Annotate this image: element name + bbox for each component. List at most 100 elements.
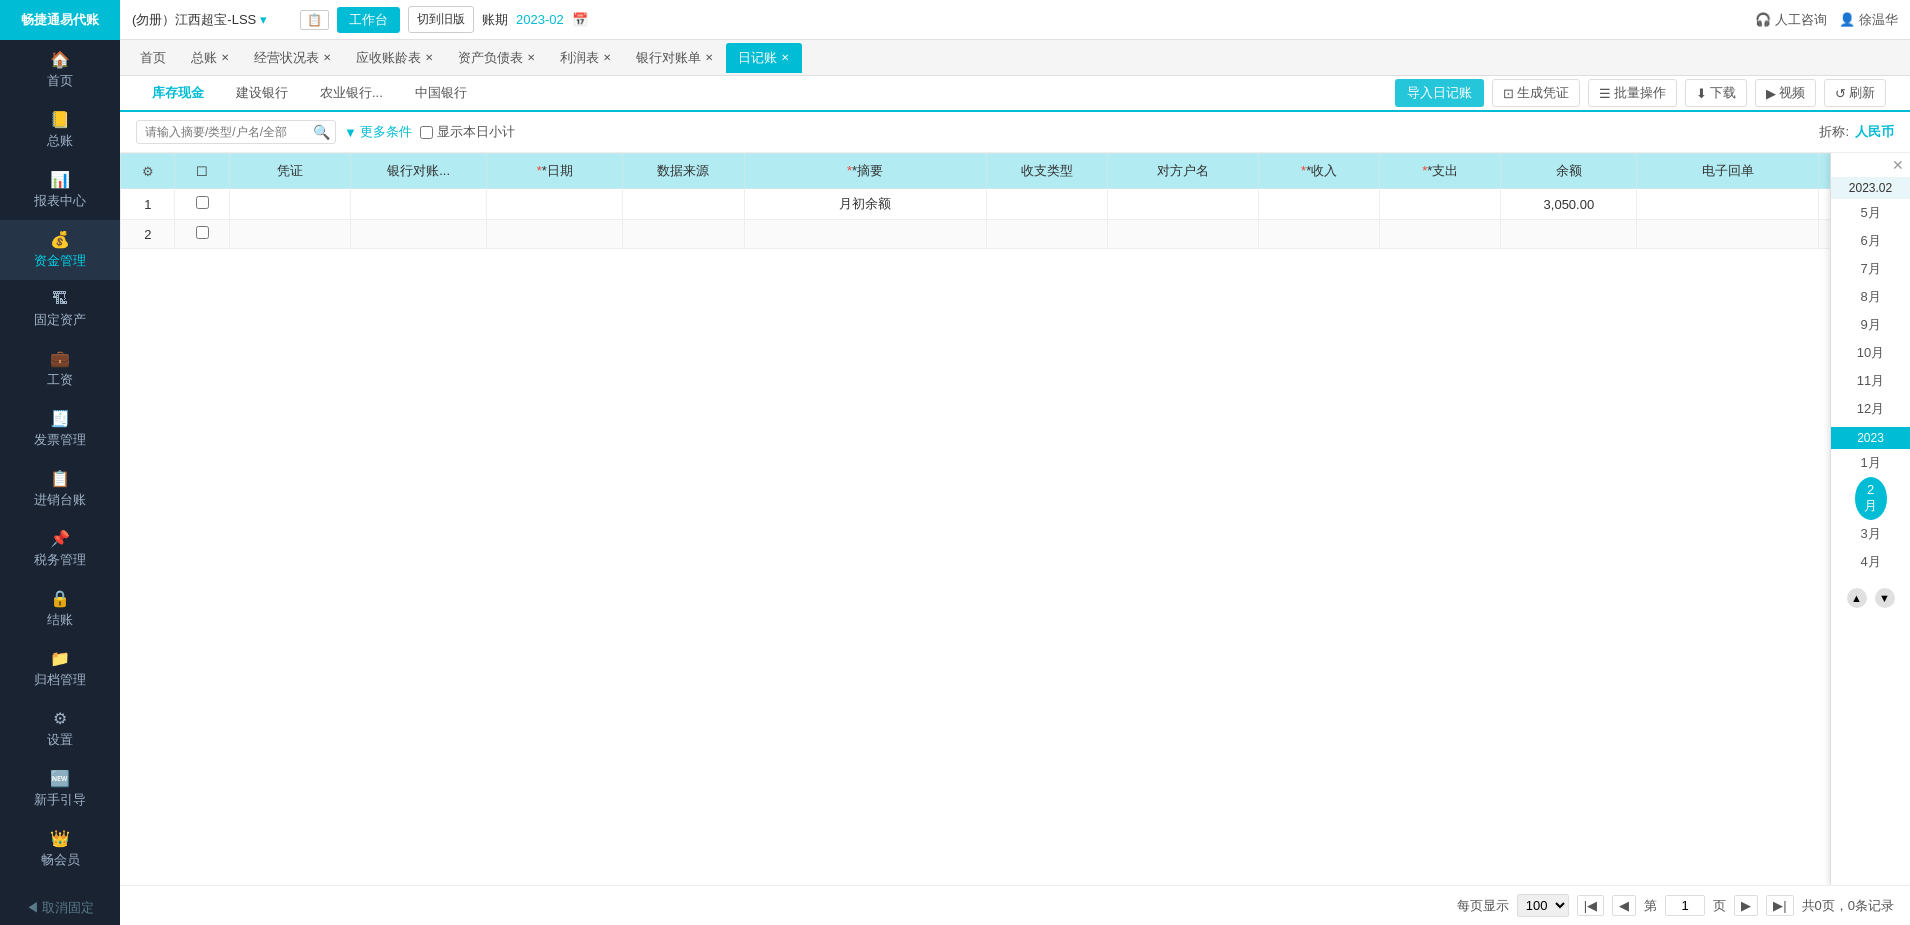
tab-home[interactable]: 首页 bbox=[128, 43, 179, 73]
filter-button[interactable]: ▼ 更多条件 bbox=[344, 123, 412, 141]
date-next-button[interactable]: ▼ bbox=[1875, 588, 1895, 608]
row2-check[interactable] bbox=[175, 220, 229, 249]
column-type: 收支类型 bbox=[986, 154, 1107, 189]
batch-icon: ☰ bbox=[1599, 86, 1611, 101]
tab-receivable-close[interactable]: ✕ bbox=[425, 52, 433, 63]
refresh-button[interactable]: ↺ 刷新 bbox=[1824, 79, 1886, 107]
workspace-button[interactable]: 工作台 bbox=[337, 7, 400, 33]
sub-tabs: 库存现金 建设银行 农业银行... 中国银行 导入日记账 ⊡ 生成凭证 ☰ 批量… bbox=[120, 76, 1910, 112]
import-journal-button[interactable]: 导入日记账 bbox=[1395, 79, 1484, 107]
page-number-input[interactable] bbox=[1665, 895, 1705, 916]
row1-voucher bbox=[229, 189, 350, 220]
home-icon: 🏠 bbox=[50, 50, 70, 69]
sidebar-item-settings[interactable]: ⚙ 设置 bbox=[0, 699, 120, 759]
tab-profit[interactable]: 利润表 ✕ bbox=[548, 43, 624, 73]
calendar-icon[interactable]: 📅 bbox=[572, 12, 588, 27]
tab-journal[interactable]: 日记账 ✕ bbox=[726, 43, 802, 73]
sidebar-pin-toggle[interactable]: ◀ 取消固定 bbox=[0, 891, 120, 925]
next-page-button[interactable]: ▶ bbox=[1734, 895, 1758, 916]
generate-icon: ⊡ bbox=[1503, 86, 1514, 101]
date-month-8[interactable]: 8月 bbox=[1831, 283, 1910, 311]
sub-tab-cash[interactable]: 库存现金 bbox=[136, 76, 220, 112]
date-month-4[interactable]: 4月 bbox=[1831, 548, 1910, 576]
first-page-button[interactable]: |◀ bbox=[1577, 895, 1604, 916]
row2-bank bbox=[351, 220, 487, 249]
user-profile[interactable]: 👤 徐温华 bbox=[1839, 11, 1898, 29]
oldversion-button[interactable]: 切到旧版 bbox=[408, 6, 474, 33]
sidebar-item-guide[interactable]: 🆕 新手引导 bbox=[0, 759, 120, 819]
sub-tab-agriculture[interactable]: 农业银行... bbox=[304, 76, 399, 110]
customer-service-link[interactable]: 🎧 人工咨询 bbox=[1755, 11, 1827, 29]
sidebar-item-close[interactable]: 🔒 结账 bbox=[0, 579, 120, 639]
sidebar-item-home[interactable]: 🏠 首页 bbox=[0, 40, 120, 100]
tab-ledger-close[interactable]: ✕ bbox=[221, 52, 229, 63]
date-month-2-active[interactable]: 2月 bbox=[1855, 477, 1887, 520]
tab-receivable[interactable]: 应收账龄表 ✕ bbox=[344, 43, 446, 73]
tab-journal-close[interactable]: ✕ bbox=[781, 52, 789, 63]
sub-tab-construction[interactable]: 建设银行 bbox=[220, 76, 304, 110]
copy-button[interactable]: 📋 bbox=[300, 10, 329, 30]
sub-tab-china[interactable]: 中国银行 bbox=[399, 76, 483, 110]
sidebar-item-salary[interactable]: 💼 工资 bbox=[0, 339, 120, 399]
column-settings-icon[interactable]: ⚙ bbox=[121, 154, 175, 189]
date-month-6[interactable]: 6月 bbox=[1831, 227, 1910, 255]
row1-efile bbox=[1637, 189, 1819, 220]
date-month-12[interactable]: 12月 bbox=[1831, 395, 1910, 423]
date-month-11[interactable]: 11月 bbox=[1831, 367, 1910, 395]
date-current-year-badge: 2023 bbox=[1831, 427, 1910, 449]
tab-assets[interactable]: 资产负债表 ✕ bbox=[446, 43, 548, 73]
sidebar-item-invoice[interactable]: 🧾 发票管理 bbox=[0, 399, 120, 459]
sidebar-item-member[interactable]: 👑 畅会员 bbox=[0, 819, 120, 879]
date-panel-close-button[interactable]: ✕ bbox=[1831, 153, 1910, 177]
download-button[interactable]: ⬇ 下载 bbox=[1685, 79, 1747, 107]
column-voucher: 凭证 bbox=[229, 154, 350, 189]
tab-bank-statement[interactable]: 银行对账单 ✕ bbox=[624, 43, 726, 73]
table-header-row: ⚙ ☐ 凭证 银行对账... **日期 数据来源 **摘要 收支类型 bbox=[121, 154, 1910, 189]
date-month-1[interactable]: 1月 bbox=[1831, 449, 1910, 477]
row2-type bbox=[986, 220, 1107, 249]
date-month-9[interactable]: 9月 bbox=[1831, 311, 1910, 339]
row2-checkbox[interactable] bbox=[196, 226, 209, 239]
row1-num: 1 bbox=[121, 189, 175, 220]
tab-business-close[interactable]: ✕ bbox=[323, 52, 331, 63]
tab-profit-close[interactable]: ✕ bbox=[603, 52, 611, 63]
tab-bank-close[interactable]: ✕ bbox=[705, 52, 713, 63]
per-page-select[interactable]: 100 50 200 bbox=[1517, 894, 1569, 917]
date-prev-button[interactable]: ▲ bbox=[1847, 588, 1867, 608]
daily-subtotal-checkbox[interactable] bbox=[420, 126, 433, 139]
row1-checkbox[interactable] bbox=[196, 196, 209, 209]
sub-tabs-actions: 导入日记账 ⊡ 生成凭证 ☰ 批量操作 ⬇ 下载 ▶ 视频 bbox=[1395, 79, 1894, 107]
sidebar-item-capital[interactable]: 💰 资金管理 bbox=[0, 220, 120, 280]
date-month-10[interactable]: 10月 bbox=[1831, 339, 1910, 367]
row2-other bbox=[1107, 220, 1258, 249]
tab-ledger[interactable]: 总账 ✕ bbox=[179, 43, 242, 73]
video-icon: ▶ bbox=[1766, 86, 1776, 101]
search-icon-button[interactable]: 🔍 bbox=[313, 124, 330, 140]
generate-voucher-button[interactable]: ⊡ 生成凭证 bbox=[1492, 79, 1580, 107]
prev-page-button[interactable]: ◀ bbox=[1612, 895, 1636, 916]
sidebar-item-reports[interactable]: 📊 报表中心 bbox=[0, 160, 120, 220]
tab-business[interactable]: 经营状况表 ✕ bbox=[242, 43, 344, 73]
date-month-7[interactable]: 7月 bbox=[1831, 255, 1910, 283]
date-month-3[interactable]: 3月 bbox=[1831, 520, 1910, 548]
daily-subtotal-checkbox-label[interactable]: 显示本日小计 bbox=[420, 123, 515, 141]
date-month-5[interactable]: 5月 bbox=[1831, 199, 1910, 227]
last-page-button[interactable]: ▶| bbox=[1766, 895, 1793, 916]
batch-operation-button[interactable]: ☰ 批量操作 bbox=[1588, 79, 1677, 107]
company-selector[interactable]: (勿册）江西超宝-LSS ▾ bbox=[132, 11, 292, 29]
date-months-prev: 5月 6月 7月 8月 9月 10月 11月 12月 bbox=[1831, 199, 1910, 423]
column-check[interactable]: ☐ bbox=[175, 154, 229, 189]
search-input[interactable] bbox=[136, 120, 336, 144]
tab-assets-close[interactable]: ✕ bbox=[527, 52, 535, 63]
sidebar-item-purchase[interactable]: 📋 进销台账 bbox=[0, 459, 120, 519]
video-button[interactable]: ▶ 视频 bbox=[1755, 79, 1816, 107]
member-icon: 👑 bbox=[50, 829, 70, 848]
row2-balance bbox=[1501, 220, 1637, 249]
sidebar-item-assets[interactable]: 🏗 固定资产 bbox=[0, 280, 120, 339]
search-wrap: 🔍 bbox=[136, 120, 336, 144]
sidebar-item-tax[interactable]: 📌 税务管理 bbox=[0, 519, 120, 579]
currency-selector: 折称: 人民币 bbox=[1819, 123, 1894, 141]
sidebar-item-ledger[interactable]: 📒 总账 bbox=[0, 100, 120, 160]
row1-check[interactable] bbox=[175, 189, 229, 220]
sidebar-item-archive[interactable]: 📁 归档管理 bbox=[0, 639, 120, 699]
